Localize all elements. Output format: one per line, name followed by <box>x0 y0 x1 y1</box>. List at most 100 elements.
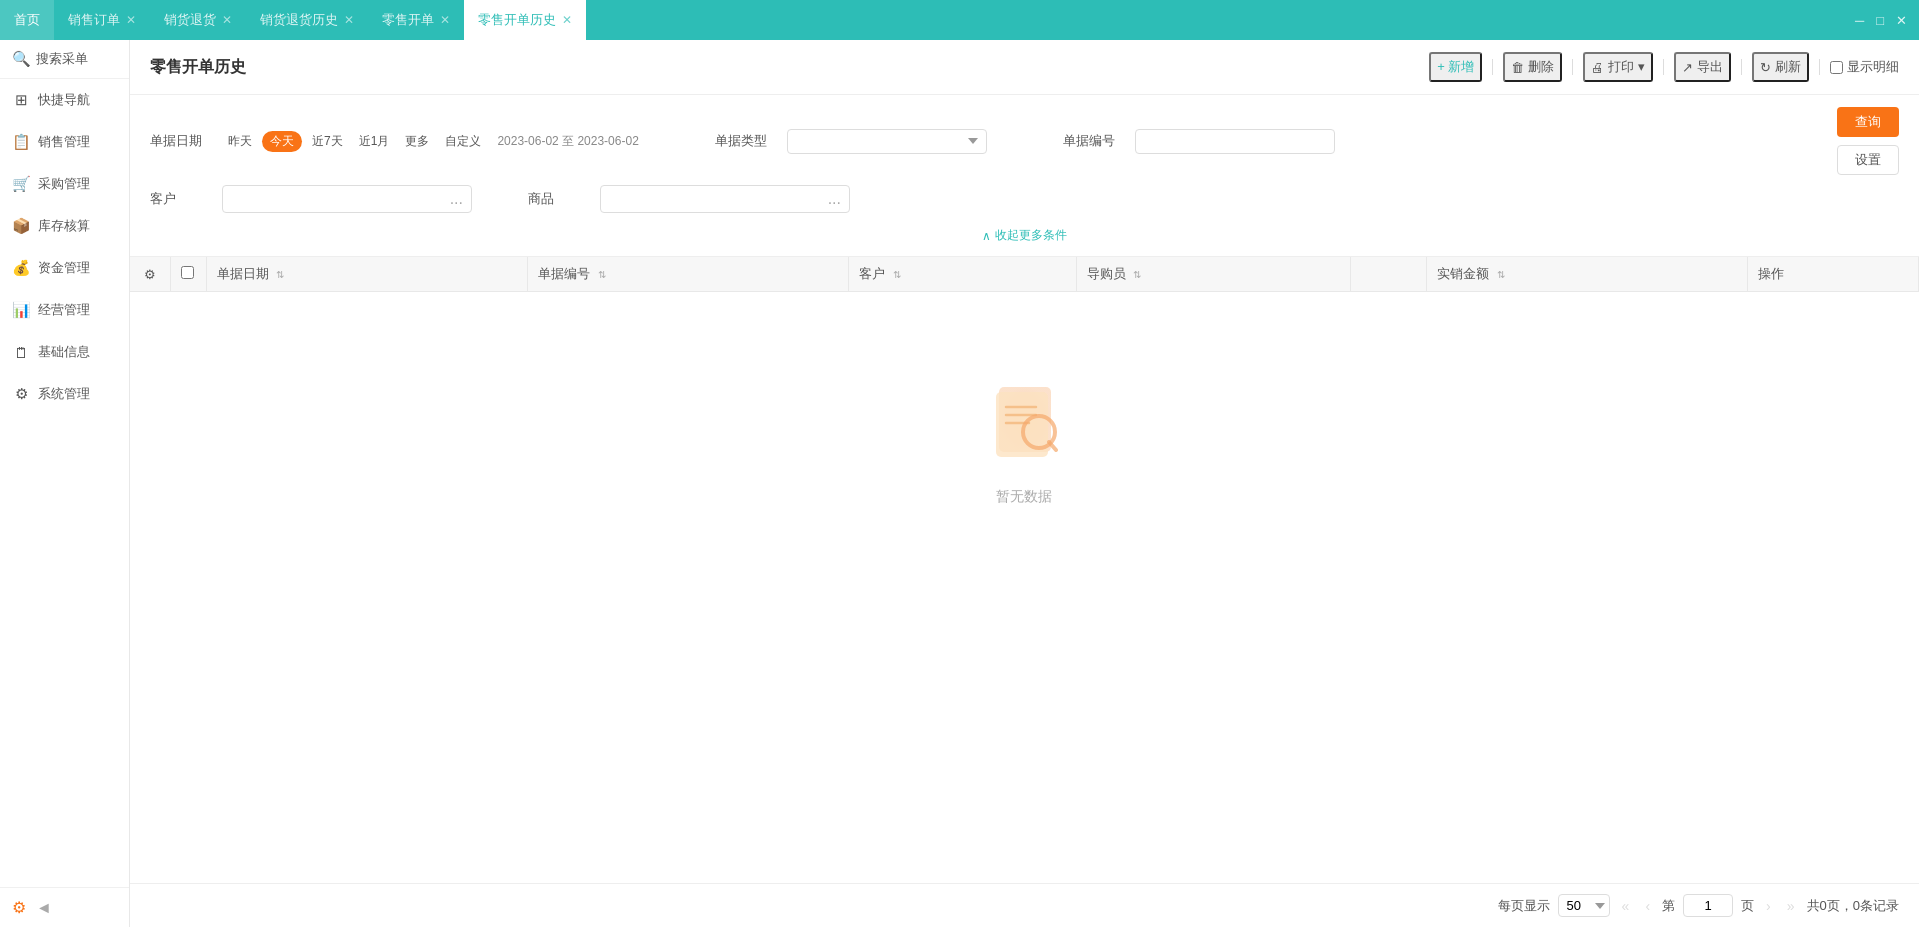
tab-retail-open-history[interactable]: 零售开单历史 ✕ <box>464 0 586 40</box>
show-detail-checkbox[interactable]: 显示明细 <box>1830 58 1899 76</box>
print-button[interactable]: 🖨 打印 ▾ <box>1583 52 1653 82</box>
refresh-icon: ↻ <box>1760 60 1771 75</box>
window-controls: ─ □ ✕ <box>1855 13 1919 28</box>
sort-date-icon: ⇅ <box>276 269 284 280</box>
page-input[interactable] <box>1683 894 1733 917</box>
date-btn-custom[interactable]: 自定义 <box>439 131 487 152</box>
action-buttons: 查询 设置 <box>1837 107 1899 175</box>
delete-icon: 🗑 <box>1511 60 1524 75</box>
setting-button[interactable]: 设置 <box>1837 145 1899 175</box>
close-tab-retail-open-history[interactable]: ✕ <box>562 13 572 27</box>
next-page-btn[interactable]: › <box>1762 896 1775 916</box>
sidebar-item-basic-info[interactable]: 🗒 基础信息 <box>0 331 129 373</box>
sidebar-item-system[interactable]: ⚙ 系统管理 <box>0 373 129 415</box>
sidebar-label-finance: 资金管理 <box>38 259 90 277</box>
sidebar-item-operations[interactable]: 📊 经营管理 <box>0 289 129 331</box>
system-icon: ⚙ <box>12 385 30 403</box>
delete-button[interactable]: 🗑 删除 <box>1503 52 1562 82</box>
sidebar-label-basic-info: 基础信息 <box>38 343 90 361</box>
collapse-filter-btn[interactable]: ∧ 收起更多条件 <box>150 223 1899 248</box>
col-salesperson[interactable]: 导购员 ⇅ <box>1076 257 1350 292</box>
col-settings[interactable]: ⚙ <box>130 257 170 292</box>
export-icon: ↗ <box>1682 60 1693 75</box>
col-customer[interactable]: 客户 ⇅ <box>849 257 1076 292</box>
data-table: ⚙ 单据日期 ⇅ 单据编号 ⇅ <box>130 257 1919 586</box>
customer-input[interactable] <box>231 192 446 207</box>
add-button[interactable]: + 新增 <box>1429 52 1482 82</box>
print-icon: 🖨 <box>1591 60 1604 75</box>
close-tab-retail-open[interactable]: ✕ <box>440 13 450 27</box>
select-all-checkbox[interactable] <box>181 266 194 279</box>
first-page-btn[interactable]: « <box>1618 896 1634 916</box>
col-checkbox[interactable] <box>170 257 206 292</box>
sidebar-label-quick-nav: 快捷导航 <box>38 91 90 109</box>
settings-gear-icon[interactable]: ⚙ <box>12 898 26 917</box>
show-detail-input[interactable] <box>1830 61 1843 74</box>
sidebar-bottom: ⚙ ◄ <box>0 887 129 927</box>
sidebar-label-sales-mgmt: 销售管理 <box>38 133 90 151</box>
prev-page-btn[interactable]: ‹ <box>1641 896 1654 916</box>
col-action: 操作 <box>1748 257 1919 292</box>
customer-dots[interactable]: ... <box>450 190 463 208</box>
sidebar-item-quick-nav[interactable]: ⊞ 快捷导航 <box>0 79 129 121</box>
sidebar-item-purchase-mgmt[interactable]: 🛒 采购管理 <box>0 163 129 205</box>
close-tab-sales-return[interactable]: ✕ <box>222 13 232 27</box>
maximize-btn[interactable]: □ <box>1876 13 1884 28</box>
tab-sales-order[interactable]: 销售订单 ✕ <box>54 0 150 40</box>
divider-3 <box>1663 59 1664 75</box>
date-btn-more[interactable]: 更多 <box>399 131 435 152</box>
date-btn-yesterday[interactable]: 昨天 <box>222 131 258 152</box>
customer-input-container[interactable]: ... <box>222 185 472 213</box>
page-header: 零售开单历史 + 新增 🗑 删除 🖨 打印 ▾ ↗ 导出 <box>130 40 1919 95</box>
tab-home[interactable]: 首页 <box>0 0 54 40</box>
close-tab-sales-return-history[interactable]: ✕ <box>344 13 354 27</box>
page-summary: 共0页，0条记录 <box>1807 897 1899 915</box>
sidebar-search[interactable]: 🔍 搜索采单 <box>0 40 129 79</box>
divider-4 <box>1741 59 1742 75</box>
filter-area: 单据日期 昨天 今天 近7天 近1月 更多 自定义 2023-06-02 至 2… <box>130 95 1919 257</box>
pagination: 每页显示 10 20 50 100 « ‹ 第 页 › » 共0页，0条记录 <box>130 883 1919 927</box>
tab-sales-return-history[interactable]: 销货退货历史 ✕ <box>246 0 368 40</box>
close-tab-sales-order[interactable]: ✕ <box>126 13 136 27</box>
col-amount[interactable]: 实销金额 ⇅ <box>1427 257 1748 292</box>
page-title: 零售开单历史 <box>150 57 246 78</box>
sidebar: 🔍 搜索采单 ⊞ 快捷导航 📋 销售管理 🛒 采购管理 📦 库存核算 💰 资金管… <box>0 40 130 927</box>
page-size-label: 每页显示 <box>1498 897 1550 915</box>
sales-mgmt-icon: 📋 <box>12 133 30 151</box>
sidebar-collapse-btn[interactable]: ◄ <box>36 899 52 917</box>
close-btn[interactable]: ✕ <box>1896 13 1907 28</box>
empty-illustration <box>974 372 1074 472</box>
col-number[interactable]: 单据编号 ⇅ <box>527 257 848 292</box>
product-input-container[interactable]: ... <box>600 185 850 213</box>
number-label: 单据编号 <box>1063 132 1119 150</box>
sort-customer-icon: ⇅ <box>893 269 901 280</box>
date-btn-1month[interactable]: 近1月 <box>353 131 396 152</box>
sidebar-item-finance[interactable]: 💰 资金管理 <box>0 247 129 289</box>
number-input[interactable] <box>1135 129 1335 154</box>
sidebar-item-inventory[interactable]: 📦 库存核算 <box>0 205 129 247</box>
export-button[interactable]: ↗ 导出 <box>1674 52 1731 82</box>
column-settings-icon[interactable]: ⚙ <box>144 267 156 282</box>
col-date[interactable]: 单据日期 ⇅ <box>206 257 527 292</box>
tab-retail-open[interactable]: 零售开单 ✕ <box>368 0 464 40</box>
query-button[interactable]: 查询 <box>1837 107 1899 137</box>
type-select[interactable] <box>787 129 987 154</box>
sort-salesperson-icon: ⇅ <box>1133 269 1141 280</box>
chevron-up-icon: ∧ <box>982 229 991 243</box>
tab-sales-return[interactable]: 销货退货 ✕ <box>150 0 246 40</box>
date-btn-today[interactable]: 今天 <box>262 131 302 152</box>
sidebar-search-label: 搜索采单 <box>36 50 88 68</box>
filter-row-2: 客户 ... 商品 ... <box>150 185 1899 213</box>
sidebar-item-sales-mgmt[interactable]: 📋 销售管理 <box>0 121 129 163</box>
minimize-btn[interactable]: ─ <box>1855 13 1864 28</box>
empty-state-row: 暂无数据 <box>130 292 1919 587</box>
sort-amount-icon: ⇅ <box>1497 269 1505 280</box>
refresh-button[interactable]: ↻ 刷新 <box>1752 52 1809 82</box>
date-btn-7days[interactable]: 近7天 <box>306 131 349 152</box>
page-size-select[interactable]: 10 20 50 100 <box>1558 894 1610 917</box>
product-input[interactable] <box>609 192 824 207</box>
product-dots[interactable]: ... <box>828 190 841 208</box>
date-shortcuts: 昨天 今天 近7天 近1月 更多 自定义 2023-06-02 至 2023-0… <box>222 131 639 152</box>
customer-label: 客户 <box>150 190 206 208</box>
last-page-btn[interactable]: » <box>1783 896 1799 916</box>
